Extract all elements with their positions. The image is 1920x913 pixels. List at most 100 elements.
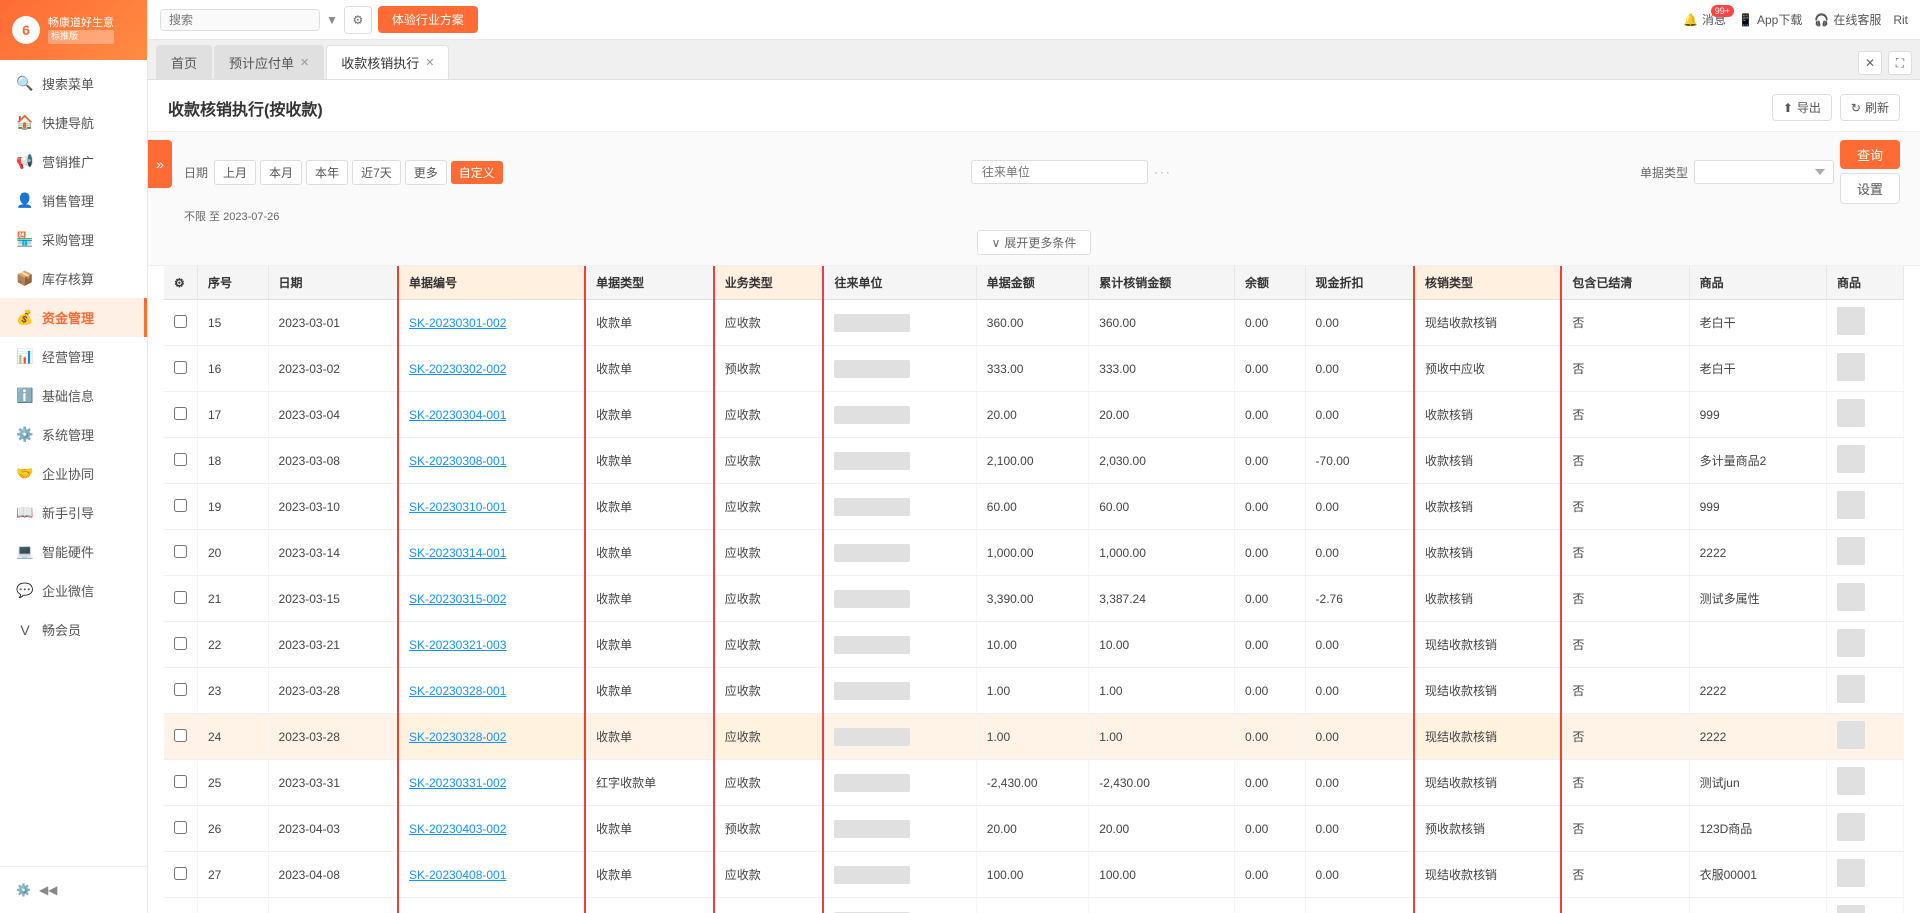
gear-button[interactable]: ⚙	[344, 6, 372, 34]
tab-home[interactable]: 首页	[156, 45, 212, 79]
cell-doc-no[interactable]: SK-20230301-002	[398, 300, 585, 346]
sidebar-bottom-settings[interactable]: ⚙️ ◀◀	[0, 875, 147, 905]
sidebar-item-system[interactable]: ⚙️系统管理	[0, 415, 147, 454]
cell-checkbox[interactable]	[164, 392, 198, 438]
sidebar-item-enterprise[interactable]: 🤝企业协同	[0, 454, 147, 493]
online-service-link[interactable]: 🎧 在线客服	[1814, 11, 1881, 28]
maximize-tab-button[interactable]: ⛶	[1888, 51, 1912, 75]
th-balance[interactable]: 余额	[1234, 266, 1305, 300]
th-doc-type[interactable]: 单据类型	[585, 266, 714, 300]
sidebar-item-wechat[interactable]: 💬企业微信	[0, 571, 147, 610]
tab-pre-payment[interactable]: 预计应付单✕	[214, 45, 324, 79]
sidebar-item-member[interactable]: V畅会员	[0, 610, 147, 649]
cell-doc-no[interactable]: SK-20230331-002	[398, 760, 585, 806]
this-month-btn[interactable]: 本月	[260, 160, 302, 185]
custom-date-btn[interactable]: 自定义	[451, 161, 503, 184]
th-partner[interactable]: 往来单位	[823, 266, 976, 300]
cell-doc-no[interactable]: SK-20230302-002	[398, 346, 585, 392]
cell-doc-type: 收款单	[585, 622, 714, 668]
cell-doc-no[interactable]: SK-20230408-001	[398, 852, 585, 898]
tab-receipt-verify[interactable]: 收款核销执行✕	[326, 45, 449, 79]
cell-checkbox[interactable]	[164, 622, 198, 668]
cell-doc-no[interactable]: SK-20230314-001	[398, 530, 585, 576]
sidebar-item-finance[interactable]: 💰资金管理	[0, 298, 147, 337]
cell-biz-type: 应收款	[714, 668, 824, 714]
sidebar-item-search[interactable]: 🔍搜索菜单	[0, 64, 147, 103]
sidebar-item-marketing[interactable]: 📢营销推广	[0, 142, 147, 181]
app-download-link[interactable]: 📱 App下载	[1738, 11, 1802, 28]
tab-label-home: 首页	[171, 53, 197, 72]
cell-verify-type: 收款核销	[1414, 392, 1561, 438]
sidebar-item-operation[interactable]: 📊经营管理	[0, 337, 147, 376]
search-input[interactable]	[160, 9, 320, 31]
cell-checkbox[interactable]	[164, 484, 198, 530]
sidebar-item-sales[interactable]: 👤销售管理	[0, 181, 147, 220]
refresh-button[interactable]: ↻ 刷新	[1840, 94, 1900, 121]
notification-area[interactable]: 🔔 消息 99+	[1683, 11, 1726, 28]
th-date[interactable]: 日期	[268, 266, 398, 300]
sidebar-label-system: 系统管理	[42, 425, 94, 444]
more-dates-btn[interactable]: 更多	[405, 160, 447, 185]
th-gear[interactable]: ⚙	[164, 266, 198, 300]
close-tab-button[interactable]: ✕	[1858, 51, 1882, 75]
last-month-btn[interactable]: 上月	[214, 160, 256, 185]
cell-doc-no[interactable]: SK-20230328-001	[398, 668, 585, 714]
cell-checkbox[interactable]	[164, 438, 198, 484]
filter-expand-button[interactable]: »	[148, 140, 172, 188]
last-7days-btn[interactable]: 近7天	[352, 160, 401, 185]
tab-close-pre-payment[interactable]: ✕	[300, 56, 309, 69]
cell-doc-no[interactable]: SK-20230418-001	[398, 898, 585, 913]
sidebar-item-hardware[interactable]: 💻智能硬件	[0, 532, 147, 571]
cell-doc-no[interactable]: SK-20230321-003	[398, 622, 585, 668]
cell-goods: 2222	[1689, 530, 1826, 576]
th-cumulative[interactable]: 累计核销金额	[1089, 266, 1235, 300]
cell-doc-no[interactable]: SK-20230310-001	[398, 484, 585, 530]
cell-goods: 2222	[1689, 898, 1826, 913]
cell-checkbox[interactable]	[164, 576, 198, 622]
cell-doc-no[interactable]: SK-20230315-002	[398, 576, 585, 622]
sidebar-item-inventory[interactable]: 📦库存核算	[0, 259, 147, 298]
th-goods[interactable]: 商品	[1689, 266, 1826, 300]
cell-doc-no[interactable]: SK-20230308-001	[398, 438, 585, 484]
settings-button[interactable]: 设置	[1840, 173, 1900, 204]
sidebar-item-quick-nav[interactable]: 🏠快捷导航	[0, 103, 147, 142]
cell-checkbox[interactable]	[164, 530, 198, 576]
topbar-title-area: ▼ ⚙ 体验行业方案	[160, 6, 1675, 34]
cell-checkbox[interactable]	[164, 898, 198, 913]
cell-checkbox[interactable]	[164, 714, 198, 760]
export-button[interactable]: ⬆ 导出	[1772, 94, 1832, 121]
sidebar-item-basic[interactable]: ℹ️基础信息	[0, 376, 147, 415]
cell-partner	[823, 392, 976, 438]
cell-doc-no[interactable]: SK-20230328-002	[398, 714, 585, 760]
th-discount[interactable]: 现金折扣	[1305, 266, 1414, 300]
cell-seq: 21	[198, 576, 269, 622]
cell-doc-no[interactable]: SK-20230304-001	[398, 392, 585, 438]
solution-button[interactable]: 体验行业方案	[378, 6, 478, 33]
th-goods2[interactable]: 商品	[1827, 266, 1904, 300]
th-doc-no[interactable]: 单据编号	[398, 266, 585, 300]
cell-checkbox[interactable]	[164, 760, 198, 806]
sidebar-icon-quick-nav: 🏠	[16, 114, 34, 131]
user-info[interactable]: Rit	[1893, 13, 1908, 27]
cell-checkbox[interactable]	[164, 300, 198, 346]
cell-doc-no[interactable]: SK-20230403-002	[398, 806, 585, 852]
sidebar-item-guide[interactable]: 📖新手引导	[0, 493, 147, 532]
doc-type-select[interactable]	[1694, 160, 1834, 184]
query-button[interactable]: 查询	[1840, 140, 1900, 169]
tab-close-receipt-verify[interactable]: ✕	[425, 56, 434, 69]
th-amount[interactable]: 单据金额	[976, 266, 1088, 300]
th-biz-type[interactable]: 业务类型	[714, 266, 824, 300]
th-verify-type[interactable]: 核销类型	[1414, 266, 1561, 300]
cell-checkbox[interactable]	[164, 346, 198, 392]
th-include-cleared[interactable]: 包含已结清	[1561, 266, 1689, 300]
date-label: 日期	[184, 164, 208, 181]
cell-checkbox[interactable]	[164, 668, 198, 714]
cell-partner	[823, 438, 976, 484]
cell-checkbox[interactable]	[164, 806, 198, 852]
sidebar-item-purchase[interactable]: 🏪采购管理	[0, 220, 147, 259]
sidebar-logo: 6 畅康道好生意 标推版	[0, 0, 147, 60]
partner-unit-input[interactable]	[971, 160, 1148, 184]
cell-checkbox[interactable]	[164, 852, 198, 898]
expand-more-button[interactable]: ∨ 展开更多条件	[977, 230, 1092, 255]
this-year-btn[interactable]: 本年	[306, 160, 348, 185]
